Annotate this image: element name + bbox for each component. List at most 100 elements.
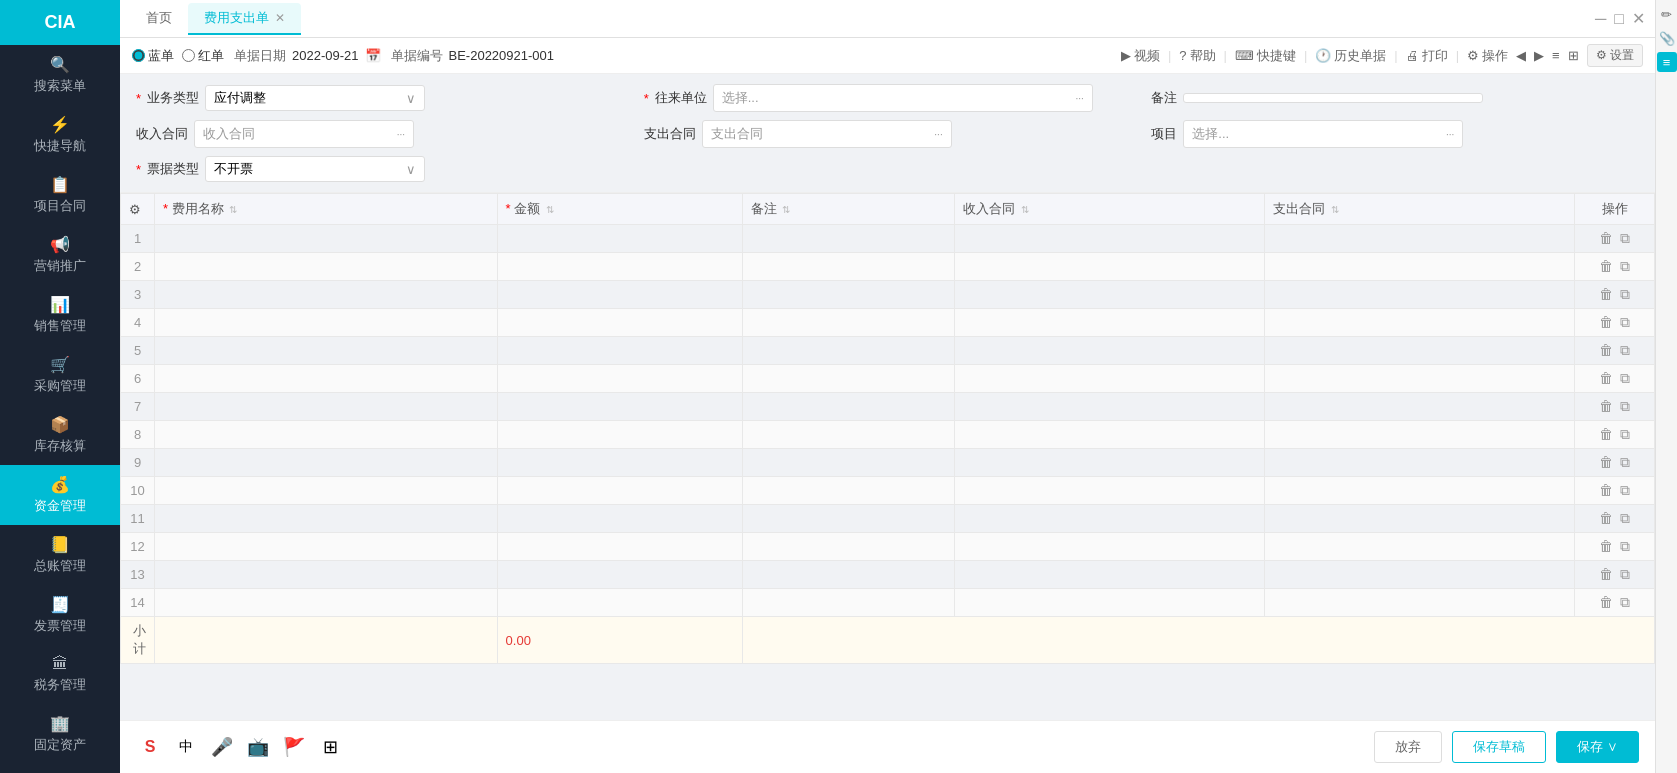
income-contract-cell[interactable] <box>955 309 1265 337</box>
expense-contract-cell[interactable] <box>1264 421 1574 449</box>
expense-contract-cell[interactable] <box>1264 253 1574 281</box>
remark-input[interactable] <box>1183 93 1483 103</box>
biz-type-select[interactable]: 应付调整 ∨ <box>205 85 425 111</box>
save-button[interactable]: 保存 ∨ <box>1556 731 1639 763</box>
right-panel-attach-icon[interactable]: 📎 <box>1657 28 1677 48</box>
sidebar-item-marketing[interactable]: 📢 营销推广 <box>0 225 120 285</box>
income-contract-cell[interactable] <box>955 589 1265 617</box>
history-btn[interactable]: 🕐 历史单据 <box>1315 47 1386 65</box>
radio-blue-label[interactable]: 蓝单 <box>132 47 174 65</box>
row-copy-icon[interactable]: ⧉ <box>1620 286 1630 302</box>
remark-cell[interactable] <box>742 561 954 589</box>
shortcuts-btn[interactable]: ⌨ 快捷键 <box>1235 47 1296 65</box>
sidebar-item-project-contract[interactable]: 📋 项目合同 <box>0 165 120 225</box>
remark-cell[interactable] <box>742 421 954 449</box>
income-contract-cell[interactable] <box>955 505 1265 533</box>
set-button[interactable]: ⚙ 设置 <box>1587 44 1643 67</box>
tab-home[interactable]: 首页 <box>130 3 188 35</box>
row-delete-icon[interactable]: 🗑 <box>1599 230 1613 246</box>
expense-name-cell[interactable] <box>155 309 498 337</box>
expense-name-cell[interactable] <box>155 533 498 561</box>
remark-cell[interactable] <box>742 337 954 365</box>
video-btn[interactable]: ▶ 视频 <box>1121 47 1160 65</box>
remark-cell[interactable] <box>742 477 954 505</box>
income-contract-cell[interactable] <box>955 477 1265 505</box>
expense-name-cell[interactable] <box>155 505 498 533</box>
income-contract-cell[interactable] <box>955 281 1265 309</box>
row-delete-icon[interactable]: 🗑 <box>1599 258 1613 274</box>
amount-cell[interactable] <box>497 225 742 253</box>
window-maximize-btn[interactable]: □ <box>1614 10 1624 28</box>
income-contract-cell[interactable] <box>955 561 1265 589</box>
th-gear[interactable]: ⚙ <box>121 194 155 225</box>
th-remark[interactable]: 备注 ⇅ <box>742 194 954 225</box>
amount-cell[interactable] <box>497 365 742 393</box>
remark-cell[interactable] <box>742 505 954 533</box>
row-copy-icon[interactable]: ⧉ <box>1620 370 1630 386</box>
sidebar-item-fixed-assets[interactable]: 🏢 固定资产 <box>0 704 120 764</box>
window-minimize-btn[interactable]: ─ <box>1595 10 1606 28</box>
sort-expense-name-icon[interactable]: ⇅ <box>229 204 237 215</box>
sort-amount-icon[interactable]: ⇅ <box>546 204 554 215</box>
income-contract-input[interactable]: 收入合同 ··· <box>194 120 414 148</box>
amount-cell[interactable] <box>497 393 742 421</box>
partner-input[interactable]: 选择... ··· <box>713 84 1093 112</box>
date-value[interactable]: 2022-09-21 <box>292 48 359 63</box>
amount-cell[interactable] <box>497 505 742 533</box>
sidebar-item-tax[interactable]: 🏛 税务管理 <box>0 645 120 704</box>
amount-cell[interactable] <box>497 589 742 617</box>
right-panel-edit-icon[interactable]: ✏ <box>1657 4 1677 24</box>
amount-cell[interactable] <box>497 281 742 309</box>
flag-icon[interactable]: 🚩 <box>280 733 308 761</box>
th-expense-name[interactable]: * 费用名称 ⇅ <box>155 194 498 225</box>
grid2-icon[interactable]: ⊞ <box>316 733 344 761</box>
calendar-icon[interactable]: 📅 <box>365 48 381 63</box>
expense-contract-cell[interactable] <box>1264 589 1574 617</box>
income-contract-cell[interactable] <box>955 533 1265 561</box>
row-copy-icon[interactable]: ⧉ <box>1620 426 1630 442</box>
expense-contract-input[interactable]: 支出合同 ··· <box>702 120 952 148</box>
sidebar-item-quick-nav[interactable]: ⚡ 快捷导航 <box>0 105 120 165</box>
row-copy-icon[interactable]: ⧉ <box>1620 258 1630 274</box>
expense-contract-cell[interactable] <box>1264 477 1574 505</box>
sidebar-item-search-menu[interactable]: 🔍 搜索菜单 <box>0 45 120 105</box>
save-draft-button[interactable]: 保存草稿 <box>1452 731 1546 763</box>
row-copy-icon[interactable]: ⧉ <box>1620 566 1630 582</box>
remark-cell[interactable] <box>742 365 954 393</box>
row-delete-icon[interactable]: 🗑 <box>1599 594 1613 610</box>
row-delete-icon[interactable]: 🗑 <box>1599 482 1613 498</box>
expense-name-cell[interactable] <box>155 253 498 281</box>
mic-icon[interactable]: 🎤 <box>208 733 236 761</box>
expense-contract-cell[interactable] <box>1264 309 1574 337</box>
amount-cell[interactable] <box>497 449 742 477</box>
expense-name-cell[interactable] <box>155 365 498 393</box>
nav-prev-btn[interactable]: ◀ <box>1516 48 1526 63</box>
row-copy-icon[interactable]: ⧉ <box>1620 538 1630 554</box>
row-copy-icon[interactable]: ⧉ <box>1620 314 1630 330</box>
discard-button[interactable]: 放弃 <box>1374 731 1442 763</box>
row-copy-icon[interactable]: ⧉ <box>1620 342 1630 358</box>
remark-cell[interactable] <box>742 589 954 617</box>
view-grid-btn[interactable]: ⊞ <box>1568 48 1579 63</box>
row-copy-icon[interactable]: ⧉ <box>1620 510 1630 526</box>
amount-cell[interactable] <box>497 253 742 281</box>
expense-contract-cell[interactable] <box>1264 281 1574 309</box>
remark-cell[interactable] <box>742 449 954 477</box>
income-contract-cell[interactable] <box>955 449 1265 477</box>
expense-contract-cell[interactable] <box>1264 561 1574 589</box>
amount-cell[interactable] <box>497 421 742 449</box>
row-delete-icon[interactable]: 🗑 <box>1599 510 1613 526</box>
tab-expense[interactable]: 费用支出单 ✕ <box>188 3 301 35</box>
tab-close-icon[interactable]: ✕ <box>275 11 285 25</box>
income-contract-cell[interactable] <box>955 253 1265 281</box>
sort-income-icon[interactable]: ⇅ <box>1021 204 1029 215</box>
nav-next-btn[interactable]: ▶ <box>1534 48 1544 63</box>
expense-contract-cell[interactable] <box>1264 393 1574 421</box>
th-expense-contract[interactable]: 支出合同 ⇅ <box>1264 194 1574 225</box>
sidebar-item-purchase[interactable]: 🛒 采购管理 <box>0 345 120 405</box>
sort-expense-icon[interactable]: ⇅ <box>1331 204 1339 215</box>
expense-name-cell[interactable] <box>155 225 498 253</box>
remark-cell[interactable] <box>742 281 954 309</box>
row-delete-icon[interactable]: 🗑 <box>1599 370 1613 386</box>
sidebar-item-sales[interactable]: 📊 销售管理 <box>0 285 120 345</box>
